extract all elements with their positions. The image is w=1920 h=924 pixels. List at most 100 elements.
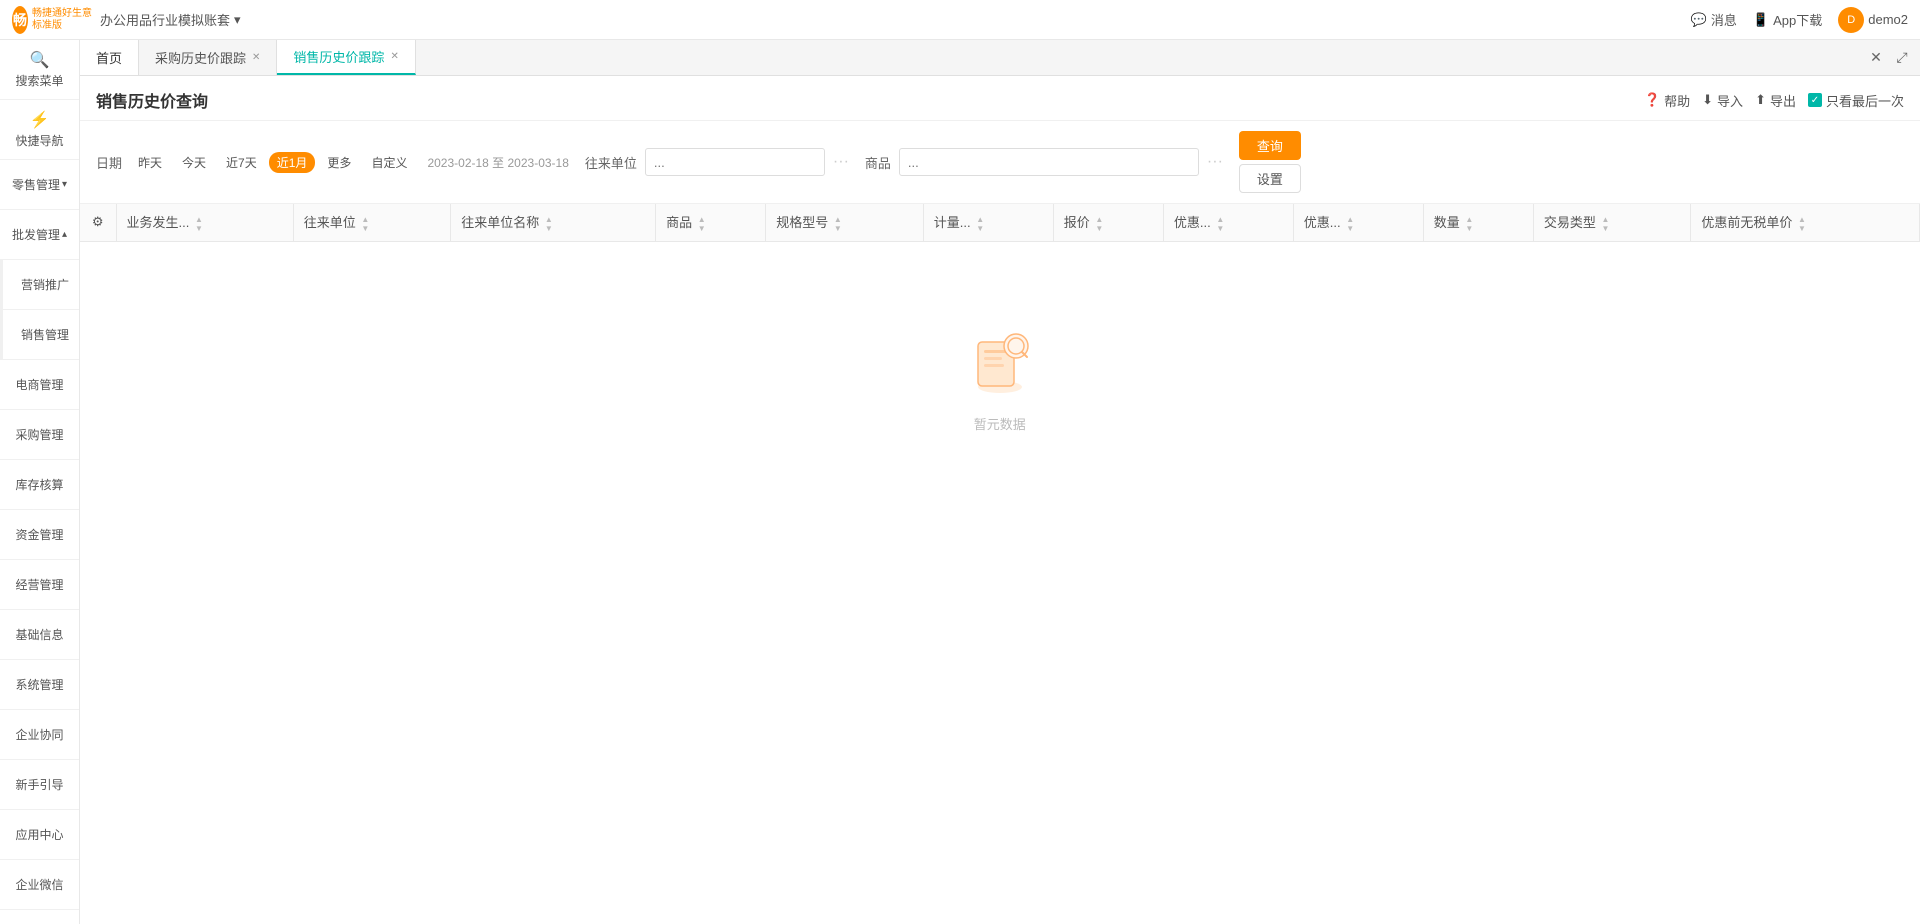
counterpart-input[interactable]	[645, 148, 825, 176]
sort-arrows-spec: ▲▼	[834, 215, 842, 233]
sidebar-item-label: 零售管理	[12, 176, 60, 193]
sidebar-item-label: 搜索菜单	[15, 72, 63, 89]
column-trade-type[interactable]: 交易类型 ▲▼	[1533, 204, 1691, 241]
sidebar-item-new-user-guide[interactable]: 新手引导	[0, 760, 79, 810]
message-button[interactable]: 💬 消息	[1691, 10, 1737, 29]
close-tab-button[interactable]: ✕	[1866, 48, 1886, 68]
setting-button[interactable]: 设置	[1239, 164, 1301, 193]
column-goods[interactable]: 商品 ▲▼	[656, 204, 766, 241]
column-discount2[interactable]: 优惠... ▲▼	[1293, 204, 1423, 241]
date-btn-1month[interactable]: 近1月	[269, 152, 316, 173]
page-actions: ❓ 帮助 ⬇ 导入 ⬆ 导出 ✓ 只看最后一次	[1644, 91, 1904, 110]
sort-arrows-biz-date: ▲▼	[195, 215, 203, 233]
app-download-button[interactable]: 📱 App下载	[1753, 10, 1822, 29]
date-btn-yesterday[interactable]: 昨天	[130, 152, 170, 173]
column-unit[interactable]: 计量... ▲▼	[923, 204, 1053, 241]
empty-state-row: 暂元数据	[80, 241, 1920, 513]
sidebar-item-quick-nav[interactable]: ⚡ 快捷导航	[0, 100, 79, 160]
counterpart-filter-group: 往来单位 ···	[585, 148, 849, 176]
export-button[interactable]: ⬆ 导出	[1755, 91, 1796, 110]
sidebar-item-label: 营销推广	[21, 276, 69, 293]
date-label: 日期	[96, 153, 122, 172]
sidebar-item-basic-info[interactable]: 基础信息	[0, 610, 79, 660]
sidebar-item-retail-mgmt[interactable]: 零售管理 ▾	[0, 160, 79, 210]
help-button[interactable]: ❓ 帮助	[1644, 91, 1690, 110]
sidebar-item-label: 销售管理	[21, 326, 69, 343]
sidebar-item-inventory[interactable]: 库存核算	[0, 460, 79, 510]
date-btn-7days[interactable]: 近7天	[218, 152, 265, 173]
sidebar-item-purchase-mgmt[interactable]: 采购管理	[0, 410, 79, 460]
sidebar-item-label: 电商管理	[15, 376, 63, 393]
column-quantity[interactable]: 数量 ▲▼	[1423, 204, 1533, 241]
tab-home[interactable]: 首页	[80, 40, 139, 75]
column-pre-tax-price[interactable]: 优惠前无税单价 ▲▼	[1691, 204, 1920, 241]
sidebar-item-label: 企业微信	[15, 876, 63, 893]
empty-state: 暂元数据	[80, 242, 1920, 513]
sidebar-item-wholesale-mgmt[interactable]: 批发管理 ▴	[0, 210, 79, 260]
maximize-button[interactable]: ⤢	[1892, 48, 1912, 68]
sidebar-item-search-menu[interactable]: 🔍 搜索菜单	[0, 40, 79, 100]
help-icon: ❓	[1644, 92, 1660, 108]
tab-bar: 首页 采购历史价跟踪 ✕ 销售历史价跟踪 ✕ ✕ ⤢	[80, 40, 1920, 76]
date-range-display: 2023-02-18 至 2023-03-18	[427, 154, 568, 171]
empty-icon	[960, 322, 1040, 402]
column-quoted-price[interactable]: 报价 ▲▼	[1053, 204, 1163, 241]
sidebar-item-label: 库存核算	[15, 476, 63, 493]
header-dropdown[interactable]: 办公用品行业模拟账套 ▾	[100, 10, 1691, 29]
import-icon: ⬇	[1702, 92, 1713, 108]
date-btn-custom[interactable]: 自定义	[363, 152, 415, 173]
goods-input[interactable]	[899, 148, 1199, 176]
date-btn-today[interactable]: 今天	[174, 152, 214, 173]
counterpart-dots-button[interactable]: ···	[833, 153, 849, 171]
sort-arrows-counterpart: ▲▼	[361, 215, 369, 233]
chevron-down-icon: ▾	[62, 179, 67, 190]
header-right: 💬 消息 📱 App下载 D demo2	[1691, 7, 1908, 33]
sidebar-item-sales-mgmt[interactable]: 销售管理	[0, 310, 79, 360]
column-counterpart-name[interactable]: 往来单位名称 ▲▼	[451, 204, 656, 241]
query-button[interactable]: 查询	[1239, 131, 1301, 160]
search-icon: 🔍	[30, 50, 50, 70]
table-container: ⚙ 业务发生... ▲▼ 往来单位 ▲▼ 往来单位名称 ▲▼	[80, 204, 1920, 513]
sidebar-item-app-center[interactable]: 应用中心	[0, 810, 79, 860]
close-purchase-history-tab[interactable]: ✕	[252, 52, 260, 63]
tab-sales-history[interactable]: 销售历史价跟踪 ✕	[277, 40, 415, 75]
page-container: 销售历史价查询 ❓ 帮助 ⬇ 导入 ⬆ 导出 ✓ 只看最后一次	[80, 76, 1920, 513]
sidebar-item-finance-mgmt[interactable]: 资金管理	[0, 510, 79, 560]
logo-text: 畅捷通好生意 标准版	[32, 8, 92, 32]
quick-nav-icon: ⚡	[30, 110, 50, 130]
main-content: 销售历史价查询 ❓ 帮助 ⬇ 导入 ⬆ 导出 ✓ 只看最后一次	[80, 76, 1920, 924]
only-last-checkbox[interactable]: ✓ 只看最后一次	[1808, 91, 1904, 110]
sidebar-item-system-mgmt[interactable]: 系统管理	[0, 660, 79, 710]
goods-label: 商品	[865, 153, 891, 172]
sidebar-item-ops-mgmt[interactable]: 经营管理	[0, 560, 79, 610]
logo-icon: 畅	[12, 6, 28, 34]
sidebar-item-label: 新手引导	[15, 776, 63, 793]
filter-bar: 日期 昨天 今天 近7天 近1月 更多 自定义 2023-02-18 至 202…	[80, 121, 1920, 204]
sidebar-item-enterprise-collab[interactable]: 企业协同	[0, 710, 79, 760]
column-discount1[interactable]: 优惠... ▲▼	[1163, 204, 1293, 241]
sidebar: 🔍 搜索菜单 ⚡ 快捷导航 零售管理 ▾ 批发管理 ▴ 营销推广 销售管理 电商…	[0, 40, 80, 924]
sidebar-item-label: 应用中心	[15, 826, 63, 843]
column-counterpart-code[interactable]: 往来单位 ▲▼	[293, 204, 451, 241]
sidebar-item-enterprise-wechat[interactable]: 企业微信	[0, 860, 79, 910]
column-biz-date[interactable]: 业务发生... ▲▼	[116, 204, 293, 241]
tab-purchase-history[interactable]: 采购历史价跟踪 ✕	[139, 40, 277, 75]
column-gear[interactable]: ⚙	[80, 204, 116, 241]
sidebar-item-label: 企业协同	[15, 726, 63, 743]
import-button[interactable]: ⬇ 导入	[1702, 91, 1743, 110]
sidebar-item-label: 快捷导航	[15, 132, 63, 149]
sidebar-item-label: 经营管理	[15, 576, 63, 593]
user-avatar[interactable]: D demo2	[1838, 7, 1908, 33]
top-header: 畅 畅捷通好生意 标准版 办公用品行业模拟账套 ▾ 💬 消息 📱 App下载 D…	[0, 0, 1920, 40]
sidebar-item-marketing[interactable]: 营销推广	[0, 260, 79, 310]
table-header-row: ⚙ 业务发生... ▲▼ 往来单位 ▲▼ 往来单位名称 ▲▼	[80, 204, 1920, 241]
goods-dots-button[interactable]: ···	[1207, 153, 1223, 171]
date-btn-more[interactable]: 更多	[319, 152, 359, 173]
page-header: 销售历史价查询 ❓ 帮助 ⬇ 导入 ⬆ 导出 ✓ 只看最后一次	[80, 76, 1920, 121]
sidebar-item-label: 资金管理	[15, 526, 63, 543]
sidebar-item-member[interactable]: 畅会员	[0, 910, 79, 924]
column-spec[interactable]: 规格型号 ▲▼	[766, 204, 924, 241]
close-sales-history-tab[interactable]: ✕	[390, 51, 398, 62]
sort-arrows-quoted: ▲▼	[1095, 215, 1103, 233]
sidebar-item-ecommerce-mgmt[interactable]: 电商管理	[0, 360, 79, 410]
